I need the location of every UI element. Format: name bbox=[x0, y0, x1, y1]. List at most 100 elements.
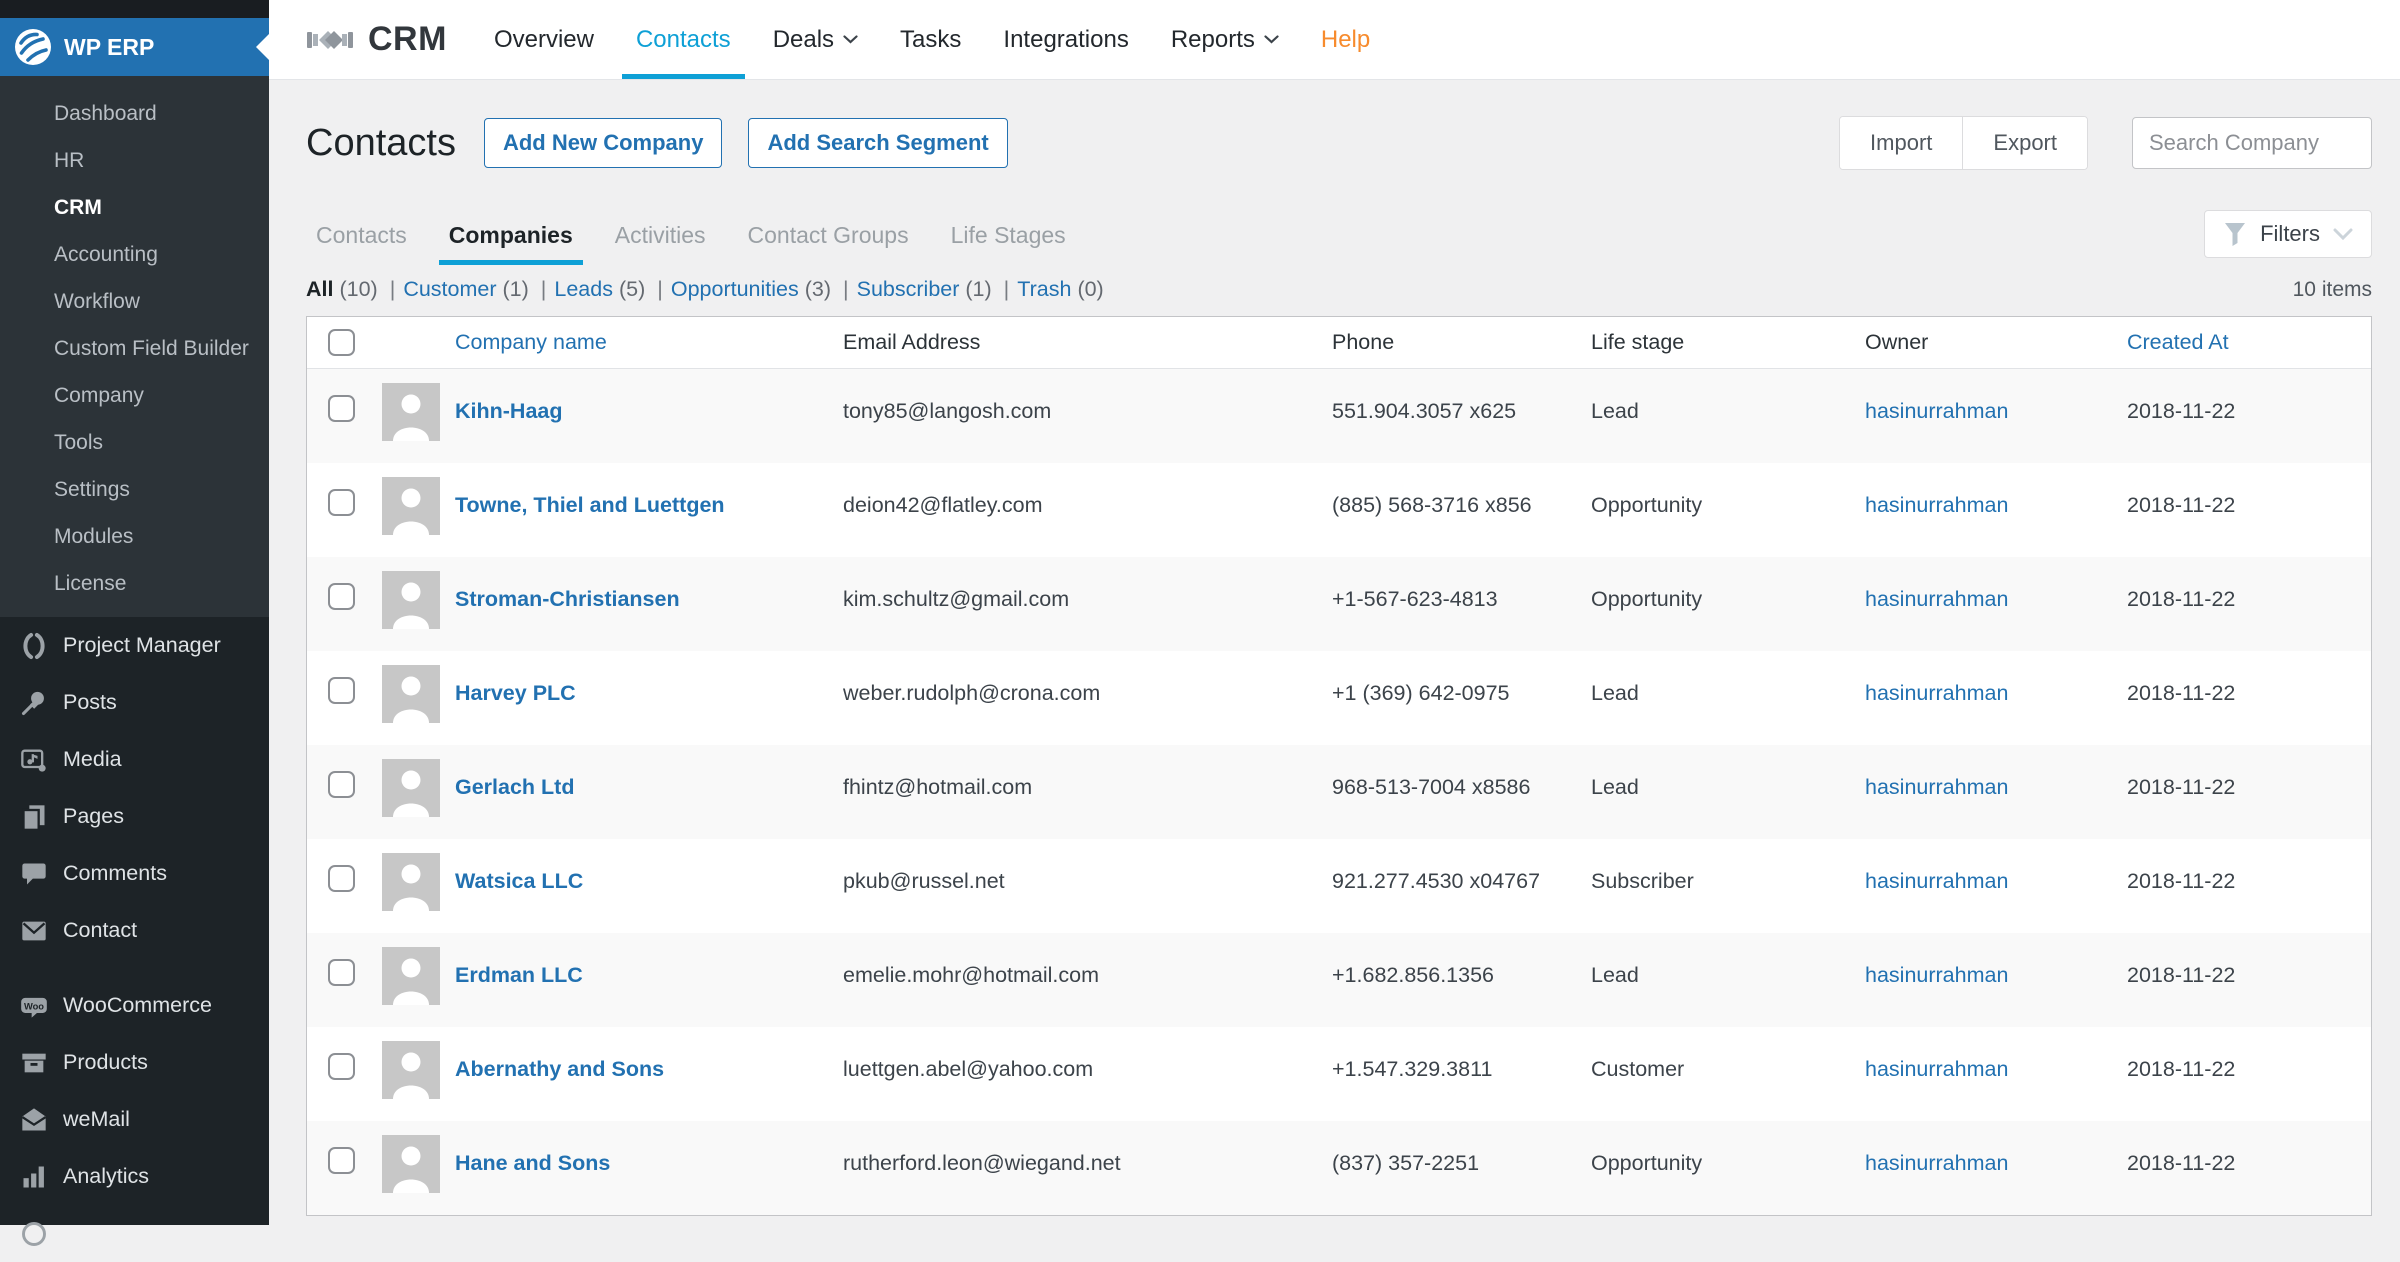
company-name-link[interactable]: Towne, Thiel and Luettgen bbox=[455, 493, 725, 517]
life-stage-cell: Customer bbox=[1591, 1057, 1685, 1081]
company-name-link[interactable]: Harvey PLC bbox=[455, 681, 576, 705]
created-at-cell: 2018-11-22 bbox=[2127, 587, 2236, 611]
filter-label[interactable]: Opportunities bbox=[671, 277, 799, 301]
company-name-link[interactable]: Kihn-Haag bbox=[455, 399, 563, 423]
company-name-link[interactable]: Erdman LLC bbox=[455, 963, 583, 987]
row-checkbox[interactable] bbox=[327, 865, 355, 892]
filter-opportunities[interactable]: Opportunities(3) bbox=[645, 277, 831, 302]
filter-subscriber[interactable]: Subscriber(1) bbox=[831, 277, 992, 302]
owner-link[interactable]: hasinurrahman bbox=[1865, 1151, 2008, 1175]
sidebar-item-tools[interactable]: Tools bbox=[0, 419, 269, 466]
row-checkbox[interactable] bbox=[327, 959, 355, 986]
company-avatar bbox=[382, 383, 440, 441]
column-header-company-name[interactable]: Company name bbox=[455, 330, 843, 355]
owner-link[interactable]: hasinurrahman bbox=[1865, 1057, 2008, 1081]
sidebar-item-products[interactable]: Products bbox=[0, 1034, 269, 1091]
sidebar-item-project-manager[interactable]: Project Manager bbox=[0, 617, 269, 674]
filters-button[interactable]: Filters bbox=[2204, 210, 2372, 258]
crm-top-nav: CRM Overview Contacts Deals Tasks Integr… bbox=[269, 0, 2400, 80]
nav-reports[interactable]: Reports bbox=[1150, 0, 1300, 79]
row-checkbox[interactable] bbox=[327, 583, 355, 610]
sidebar-item-wp-erp[interactable]: WP ERP bbox=[0, 18, 269, 76]
column-header-created-at[interactable]: Created At bbox=[2127, 330, 2371, 355]
sidebar-item-company[interactable]: Company bbox=[0, 372, 269, 419]
company-name-link[interactable]: Stroman-Christiansen bbox=[455, 587, 680, 611]
wp-erp-submenu: Dashboard HR CRM Accounting Workflow Cus… bbox=[0, 76, 269, 617]
filter-trash[interactable]: Trash(0) bbox=[992, 277, 1103, 302]
sidebar-item-license[interactable]: License bbox=[0, 560, 269, 607]
filter-label[interactable]: Customer bbox=[403, 277, 496, 301]
filter-all[interactable]: All (10) bbox=[306, 277, 378, 302]
import-button[interactable]: Import bbox=[1840, 117, 1963, 169]
filter-label[interactable]: Subscriber bbox=[857, 277, 960, 301]
table-header: Company name Email Address Phone Life st… bbox=[307, 317, 2371, 369]
table-row: Kihn-Haag tony85@langosh.com 551.904.305… bbox=[307, 369, 2371, 463]
sidebar-item-comments[interactable]: Comments bbox=[0, 845, 269, 902]
add-search-segment-button[interactable]: Add Search Segment bbox=[748, 118, 1008, 168]
row-checkbox[interactable] bbox=[327, 771, 355, 798]
tab-companies[interactable]: Companies bbox=[438, 210, 583, 265]
owner-link[interactable]: hasinurrahman bbox=[1865, 963, 2008, 987]
company-avatar bbox=[382, 477, 440, 535]
row-checkbox[interactable] bbox=[327, 395, 355, 422]
filter-customer[interactable]: Customer(1) bbox=[378, 277, 528, 302]
filter-label[interactable]: Leads bbox=[554, 277, 613, 301]
tab-contact-groups[interactable]: Contact Groups bbox=[738, 210, 919, 265]
owner-link[interactable]: hasinurrahman bbox=[1865, 775, 2008, 799]
tab-activities[interactable]: Activities bbox=[605, 210, 716, 265]
import-export-group: Import Export bbox=[1839, 116, 2088, 170]
filter-label[interactable]: Trash bbox=[1017, 277, 1071, 301]
filter-leads[interactable]: Leads(5) bbox=[529, 277, 645, 302]
sidebar-item-woocommerce[interactable]: Woo WooCommerce bbox=[0, 977, 269, 1034]
owner-link[interactable]: hasinurrahman bbox=[1865, 869, 2008, 893]
sidebar-item-partial[interactable] bbox=[0, 1205, 269, 1262]
export-button[interactable]: Export bbox=[1962, 117, 2087, 169]
sidebar-item-contact[interactable]: Contact bbox=[0, 902, 269, 959]
company-name-link[interactable]: Gerlach Ltd bbox=[455, 775, 574, 799]
row-checkbox[interactable] bbox=[327, 1053, 355, 1080]
sidebar-item-workflow[interactable]: Workflow bbox=[0, 278, 269, 325]
page-header-row: Contacts Add New Company Add Search Segm… bbox=[306, 116, 2372, 170]
owner-link[interactable]: hasinurrahman bbox=[1865, 493, 2008, 517]
filter-label[interactable]: All bbox=[306, 277, 333, 301]
sidebar-item-hr[interactable]: HR bbox=[0, 137, 269, 184]
row-checkbox[interactable] bbox=[327, 677, 355, 704]
sidebar-item-custom-field-builder[interactable]: Custom Field Builder bbox=[0, 325, 269, 372]
sidebar-item-modules[interactable]: Modules bbox=[0, 513, 269, 560]
owner-link[interactable]: hasinurrahman bbox=[1865, 587, 2008, 611]
email-cell: rutherford.leon@wiegand.net bbox=[843, 1151, 1121, 1175]
nav-integrations[interactable]: Integrations bbox=[982, 0, 1149, 79]
nav-contacts[interactable]: Contacts bbox=[615, 0, 752, 79]
sidebar-item-wemail[interactable]: weMail bbox=[0, 1091, 269, 1148]
table-row: Watsica LLC pkub@russel.net 921.277.4530… bbox=[307, 839, 2371, 933]
menu-separator bbox=[0, 959, 269, 977]
sidebar-item-settings[interactable]: Settings bbox=[0, 466, 269, 513]
nav-deals[interactable]: Deals bbox=[752, 0, 879, 79]
sidebar-item-crm[interactable]: CRM bbox=[0, 184, 269, 231]
search-company-input[interactable] bbox=[2132, 117, 2372, 169]
owner-link[interactable]: hasinurrahman bbox=[1865, 399, 2008, 423]
add-new-company-button[interactable]: Add New Company bbox=[483, 118, 723, 168]
active-menu-arrow bbox=[256, 34, 269, 60]
sidebar-item-dashboard[interactable]: Dashboard bbox=[0, 90, 269, 137]
life-stage-cell: Opportunity bbox=[1591, 587, 1703, 611]
sidebar-item-media[interactable]: Media bbox=[0, 731, 269, 788]
row-checkbox[interactable] bbox=[327, 1147, 355, 1174]
owner-link[interactable]: hasinurrahman bbox=[1865, 681, 2008, 705]
sidebar-item-analytics[interactable]: Analytics bbox=[0, 1148, 269, 1205]
row-checkbox[interactable] bbox=[327, 489, 355, 516]
select-all-checkbox[interactable] bbox=[327, 329, 355, 356]
company-name-link[interactable]: Hane and Sons bbox=[455, 1151, 610, 1175]
sidebar-item-posts[interactable]: Posts bbox=[0, 674, 269, 731]
table-row: Abernathy and Sons luettgen.abel@yahoo.c… bbox=[307, 1027, 2371, 1121]
nav-overview[interactable]: Overview bbox=[473, 0, 615, 79]
sidebar-item-accounting[interactable]: Accounting bbox=[0, 231, 269, 278]
company-name-link[interactable]: Abernathy and Sons bbox=[455, 1057, 664, 1081]
nav-tasks[interactable]: Tasks bbox=[879, 0, 982, 79]
tab-contacts[interactable]: Contacts bbox=[306, 210, 417, 265]
sidebar-item-pages[interactable]: Pages bbox=[0, 788, 269, 845]
nav-help[interactable]: Help bbox=[1300, 0, 1391, 79]
sidebar-item-label: Pages bbox=[63, 804, 124, 828]
company-name-link[interactable]: Watsica LLC bbox=[455, 869, 583, 893]
tab-life-stages[interactable]: Life Stages bbox=[941, 210, 1076, 265]
